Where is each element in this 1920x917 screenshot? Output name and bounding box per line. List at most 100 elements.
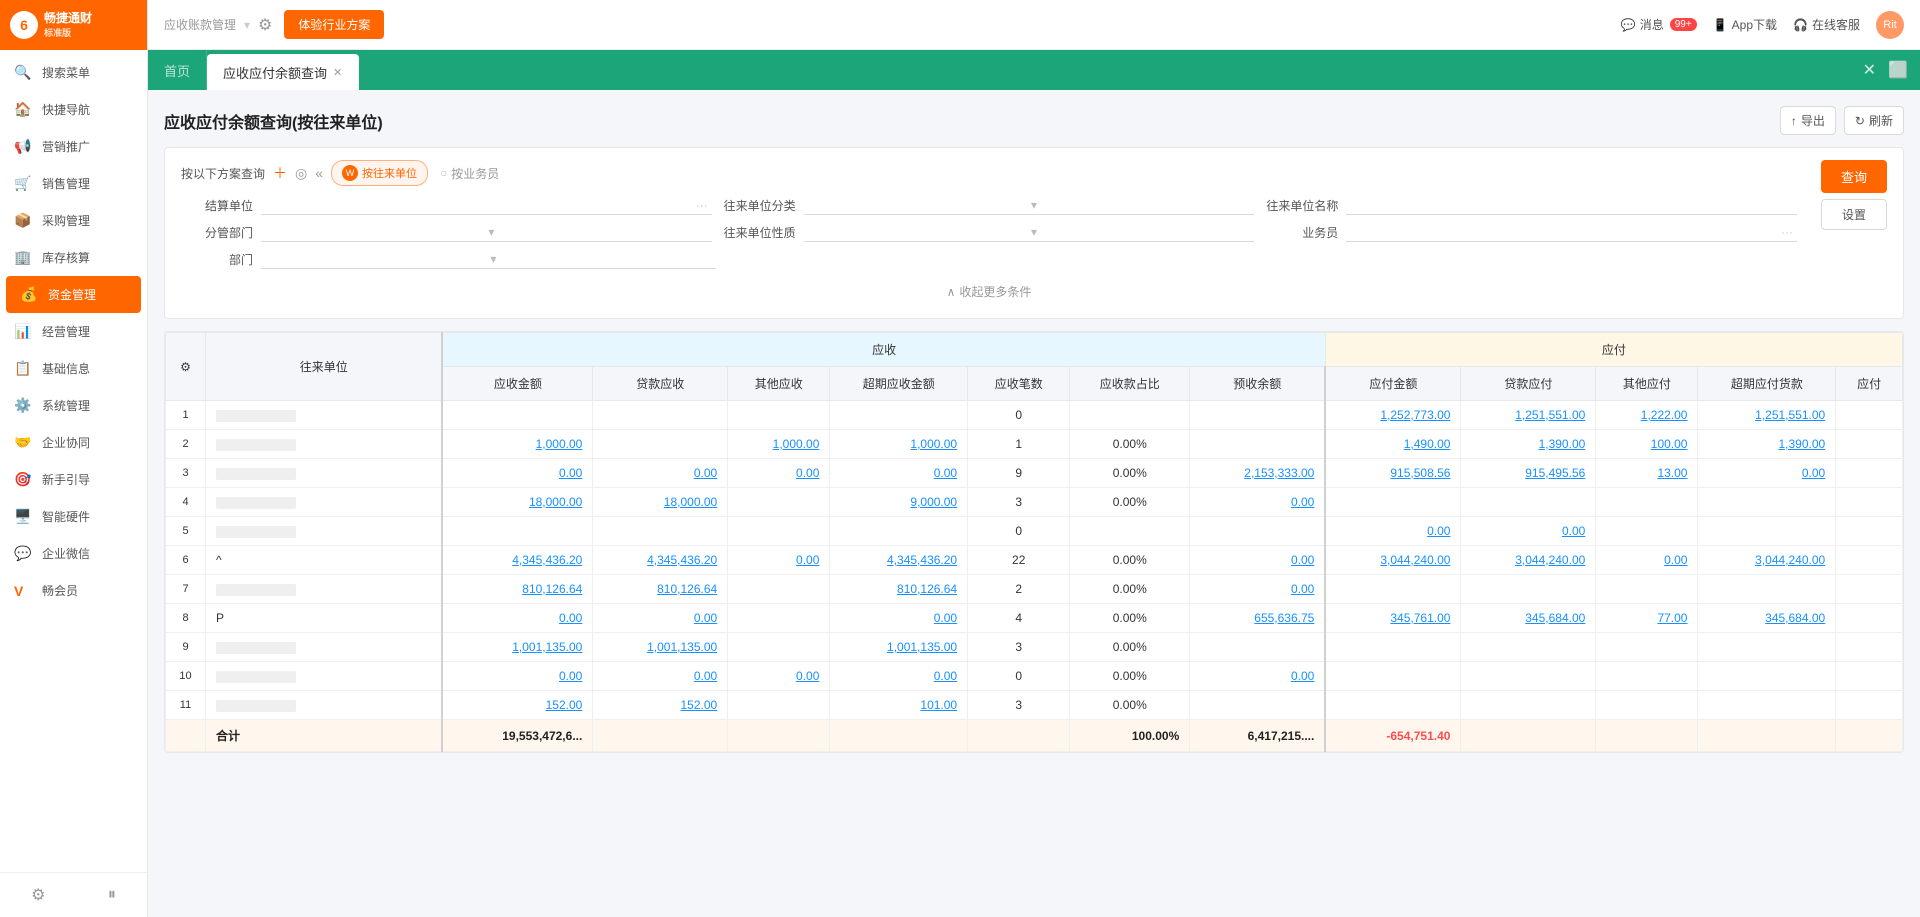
row-ap-other[interactable]: 100.00: [1596, 430, 1698, 459]
row-ar-overdue[interactable]: 9,000.00: [830, 488, 968, 517]
row-ar-prepay[interactable]: 0.00: [1190, 662, 1326, 691]
row-ap-overdue[interactable]: 0.00: [1698, 459, 1836, 488]
tab-close-window-icon[interactable]: ✕: [1859, 56, 1880, 84]
solution-button[interactable]: 体验行业方案: [284, 10, 384, 39]
sidebar-item-search[interactable]: 🔍 搜索菜单: [0, 54, 147, 91]
row-ap-amount[interactable]: 0.00: [1325, 517, 1461, 546]
row-ap-loan[interactable]: 915,495.56: [1461, 459, 1596, 488]
tab-ar-balance[interactable]: 应收应付余额查询 ✕: [207, 54, 359, 90]
jiesuan-input[interactable]: ···: [261, 196, 712, 215]
row-ap-other[interactable]: 13.00: [1596, 459, 1698, 488]
row-ar-amount[interactable]: 810,126.64: [442, 575, 592, 604]
row-ar-prepay[interactable]: 0.00: [1190, 488, 1326, 517]
row-ar-other[interactable]: 0.00: [728, 662, 830, 691]
th-settings[interactable]: ⚙: [166, 333, 206, 401]
topbar-gear-icon[interactable]: ⚙: [258, 15, 272, 35]
settings-bottom-icon[interactable]: ⚙: [23, 881, 53, 909]
row-ar-prepay[interactable]: 655,636.75: [1190, 604, 1326, 633]
wanglai-name-input[interactable]: [1346, 196, 1797, 215]
yewu-input-field[interactable]: [1350, 225, 1781, 239]
wanglai-xz-select[interactable]: ▾: [804, 223, 1255, 242]
row-ap-loan[interactable]: 345,684.00: [1461, 604, 1596, 633]
fenguan-select[interactable]: ▾: [261, 223, 712, 242]
sidebar-item-member[interactable]: V 畅会员: [0, 572, 147, 609]
app-download-item[interactable]: 📱 App下载: [1713, 16, 1777, 33]
row-ap-other[interactable]: 77.00: [1596, 604, 1698, 633]
row-ap-overdue[interactable]: 345,684.00: [1698, 604, 1836, 633]
row-ar-overdue[interactable]: 810,126.64: [830, 575, 968, 604]
user-avatar[interactable]: Rit: [1876, 11, 1904, 39]
row-ar-amount[interactable]: 0.00: [442, 662, 592, 691]
row-ar-prepay[interactable]: 0.00: [1190, 575, 1326, 604]
sidebar-item-guide[interactable]: 🎯 新手引导: [0, 461, 147, 498]
sidebar-item-enterprise[interactable]: 🤝 企业协同: [0, 424, 147, 461]
row-ap-loan[interactable]: 3,044,240.00: [1461, 546, 1596, 575]
row-ar-loan[interactable]: 152.00: [593, 691, 728, 720]
row-ar-loan[interactable]: 810,126.64: [593, 575, 728, 604]
filter-back-icon[interactable]: «: [315, 165, 323, 181]
set-button[interactable]: 设置: [1821, 199, 1887, 230]
service-item[interactable]: 🎧 在线客服: [1793, 16, 1860, 33]
row-ap-loan[interactable]: 0.00: [1461, 517, 1596, 546]
row-ar-overdue[interactable]: 4,345,436.20: [830, 546, 968, 575]
export-button[interactable]: ↑ 导出: [1780, 106, 1836, 135]
row-ap-loan[interactable]: 1,390.00: [1461, 430, 1596, 459]
collapse-sidebar-icon[interactable]: ⏸: [100, 882, 124, 908]
row-ap-overdue[interactable]: 1,251,551.00: [1698, 401, 1836, 430]
row-ar-overdue[interactable]: 1,001,135.00: [830, 633, 968, 662]
row-ap-amount[interactable]: 1,490.00: [1325, 430, 1461, 459]
row-ar-loan[interactable]: 1,001,135.00: [593, 633, 728, 662]
jiesuan-input-field[interactable]: [265, 198, 696, 212]
tab-home[interactable]: 首页: [148, 50, 207, 90]
row-ar-amount[interactable]: 152.00: [442, 691, 592, 720]
row-ar-amount[interactable]: 0.00: [442, 604, 592, 633]
sidebar-item-hardware[interactable]: 🖥️ 智能硬件: [0, 498, 147, 535]
refresh-button[interactable]: ↻ 刷新: [1844, 106, 1904, 135]
row-ar-other[interactable]: 0.00: [728, 459, 830, 488]
tab-maximize-icon[interactable]: ⬜: [1884, 56, 1912, 84]
query-button[interactable]: 查询: [1821, 160, 1887, 193]
row-ap-loan[interactable]: 1,251,551.00: [1461, 401, 1596, 430]
sidebar-item-wechat[interactable]: 💬 企业微信: [0, 535, 147, 572]
row-ar-overdue[interactable]: 0.00: [830, 662, 968, 691]
row-ar-amount[interactable]: 1,001,135.00: [442, 633, 592, 662]
row-ap-other[interactable]: 1,222.00: [1596, 401, 1698, 430]
row-ar-overdue[interactable]: 101.00: [830, 691, 968, 720]
row-ar-amount[interactable]: 18,000.00: [442, 488, 592, 517]
sidebar-item-system[interactable]: ⚙️ 系统管理: [0, 387, 147, 424]
row-ar-overdue[interactable]: 0.00: [830, 604, 968, 633]
sidebar-item-quick-nav[interactable]: 🏠 快捷导航: [0, 91, 147, 128]
row-ar-loan[interactable]: 0.00: [593, 604, 728, 633]
collapse-button[interactable]: ∧ 收起更多条件: [181, 277, 1797, 306]
sidebar-item-finance[interactable]: 💰 资金管理: [6, 276, 141, 313]
sidebar-item-base-info[interactable]: 📋 基础信息: [0, 350, 147, 387]
filter-scheme-btn[interactable]: W 按往来单位: [331, 160, 428, 186]
row-ap-amount[interactable]: 1,252,773.00: [1325, 401, 1461, 430]
message-item[interactable]: 💬 消息 99+: [1621, 16, 1697, 33]
row-ar-prepay[interactable]: 2,153,333.00: [1190, 459, 1326, 488]
row-ap-overdue[interactable]: 1,390.00: [1698, 430, 1836, 459]
tab-close-icon[interactable]: ✕: [333, 66, 342, 79]
wanglai-name-input-field[interactable]: [1350, 198, 1793, 212]
sidebar-item-sales[interactable]: 🛒 销售管理: [0, 165, 147, 202]
row-ar-loan[interactable]: 0.00: [593, 662, 728, 691]
row-ar-amount[interactable]: 0.00: [442, 459, 592, 488]
row-ap-other[interactable]: 0.00: [1596, 546, 1698, 575]
row-ar-loan[interactable]: 4,345,436.20: [593, 546, 728, 575]
bumen-select[interactable]: ▾: [261, 250, 716, 269]
sidebar-item-inventory[interactable]: 🏢 库存核算: [0, 239, 147, 276]
row-ar-other[interactable]: 1,000.00: [728, 430, 830, 459]
row-ar-other[interactable]: 0.00: [728, 546, 830, 575]
filter-circle-icon[interactable]: ◎: [295, 165, 307, 182]
yewu-input[interactable]: ···: [1346, 223, 1797, 242]
row-ar-loan[interactable]: 0.00: [593, 459, 728, 488]
row-ap-amount[interactable]: 915,508.56: [1325, 459, 1461, 488]
row-ar-overdue[interactable]: 0.00: [830, 459, 968, 488]
row-ap-amount[interactable]: 345,761.00: [1325, 604, 1461, 633]
sidebar-item-marketing[interactable]: 📢 营销推广: [0, 128, 147, 165]
row-ar-prepay[interactable]: 0.00: [1190, 546, 1326, 575]
row-ar-overdue[interactable]: 1,000.00: [830, 430, 968, 459]
row-ar-amount[interactable]: 4,345,436.20: [442, 546, 592, 575]
filter-add-icon[interactable]: ＋: [273, 163, 287, 183]
sidebar-item-purchase[interactable]: 📦 采购管理: [0, 202, 147, 239]
